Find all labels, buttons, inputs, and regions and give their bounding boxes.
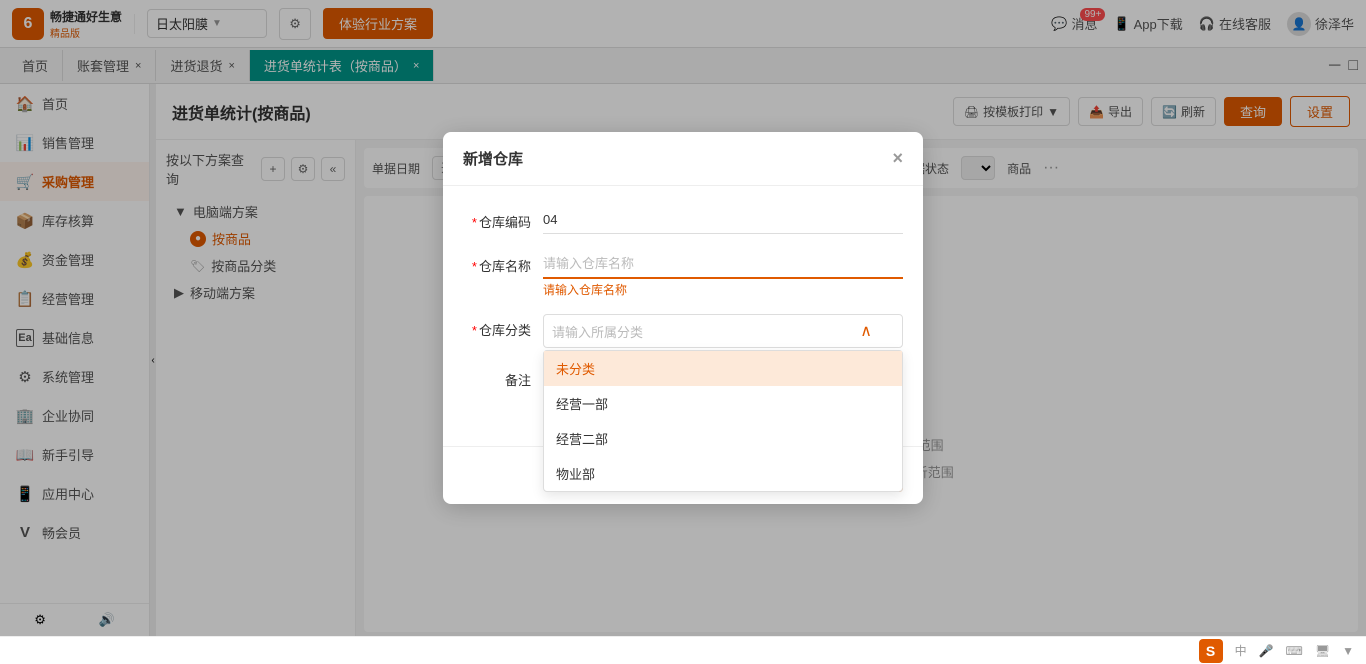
dropdown-option-2[interactable]: 经营二部 (544, 421, 902, 456)
dropdown-option-0[interactable]: 未分类 (544, 351, 902, 386)
category-dropdown-trigger[interactable]: 请输入所属分类 ∧ (543, 314, 903, 348)
modal-header: 新增仓库 × (443, 132, 923, 186)
category-placeholder: 请输入所属分类 (552, 322, 643, 341)
down-icon[interactable]: ▼ (1342, 644, 1354, 658)
warehouse-name-field: 请输入仓库名称 (543, 250, 903, 298)
status-bar: S 中 🎤 ⌨ 🖥 ▼ (0, 636, 1366, 664)
monitor-icon[interactable]: 🖥 (1315, 644, 1330, 658)
cn-input-icon[interactable]: 中 (1235, 642, 1247, 659)
warehouse-code-field (543, 206, 903, 234)
modal-overlay[interactable]: 新增仓库 × 仓库编码 仓库名称 请输入仓库名称 仓库分类 (0, 0, 1366, 636)
new-warehouse-modal: 新增仓库 × 仓库编码 仓库名称 请输入仓库名称 仓库分类 (443, 132, 923, 504)
warehouse-category-field: 请输入所属分类 ∧ 未分类 经营一部 经营二部 (543, 314, 903, 348)
warehouse-category-label: 仓库分类 (463, 314, 543, 339)
dropdown-option-3[interactable]: 物业部 (544, 456, 902, 491)
status-bar-right: S 中 🎤 ⌨ 🖥 ▼ (1199, 639, 1354, 663)
chevron-up-icon: ∧ (860, 321, 872, 341)
form-row-category: 仓库分类 请输入所属分类 ∧ 未分类 经营一部 经营二 (463, 314, 903, 348)
form-row-name: 仓库名称 请输入仓库名称 (463, 250, 903, 298)
dropdown-option-1[interactable]: 经营一部 (544, 386, 902, 421)
modal-title: 新增仓库 (463, 148, 523, 169)
modal-close-button[interactable]: × (892, 148, 903, 169)
s-logo-icon: S (1199, 639, 1223, 663)
modal-body: 仓库编码 仓库名称 请输入仓库名称 仓库分类 请输入所属分类 (443, 186, 923, 446)
category-dropdown-list: 未分类 经营一部 经营二部 物业部 (543, 350, 903, 492)
mic-icon[interactable]: 🎤 (1259, 644, 1274, 658)
warehouse-code-label: 仓库编码 (463, 206, 543, 231)
warehouse-name-label: 仓库名称 (463, 250, 543, 275)
keyboard-icon[interactable]: ⌨ (1286, 644, 1303, 658)
form-row-code: 仓库编码 (463, 206, 903, 234)
warehouse-name-error: 请输入仓库名称 (543, 281, 903, 298)
warehouse-code-input[interactable] (543, 206, 903, 234)
note-label: 备注 (463, 364, 543, 389)
warehouse-name-input[interactable] (543, 250, 903, 279)
